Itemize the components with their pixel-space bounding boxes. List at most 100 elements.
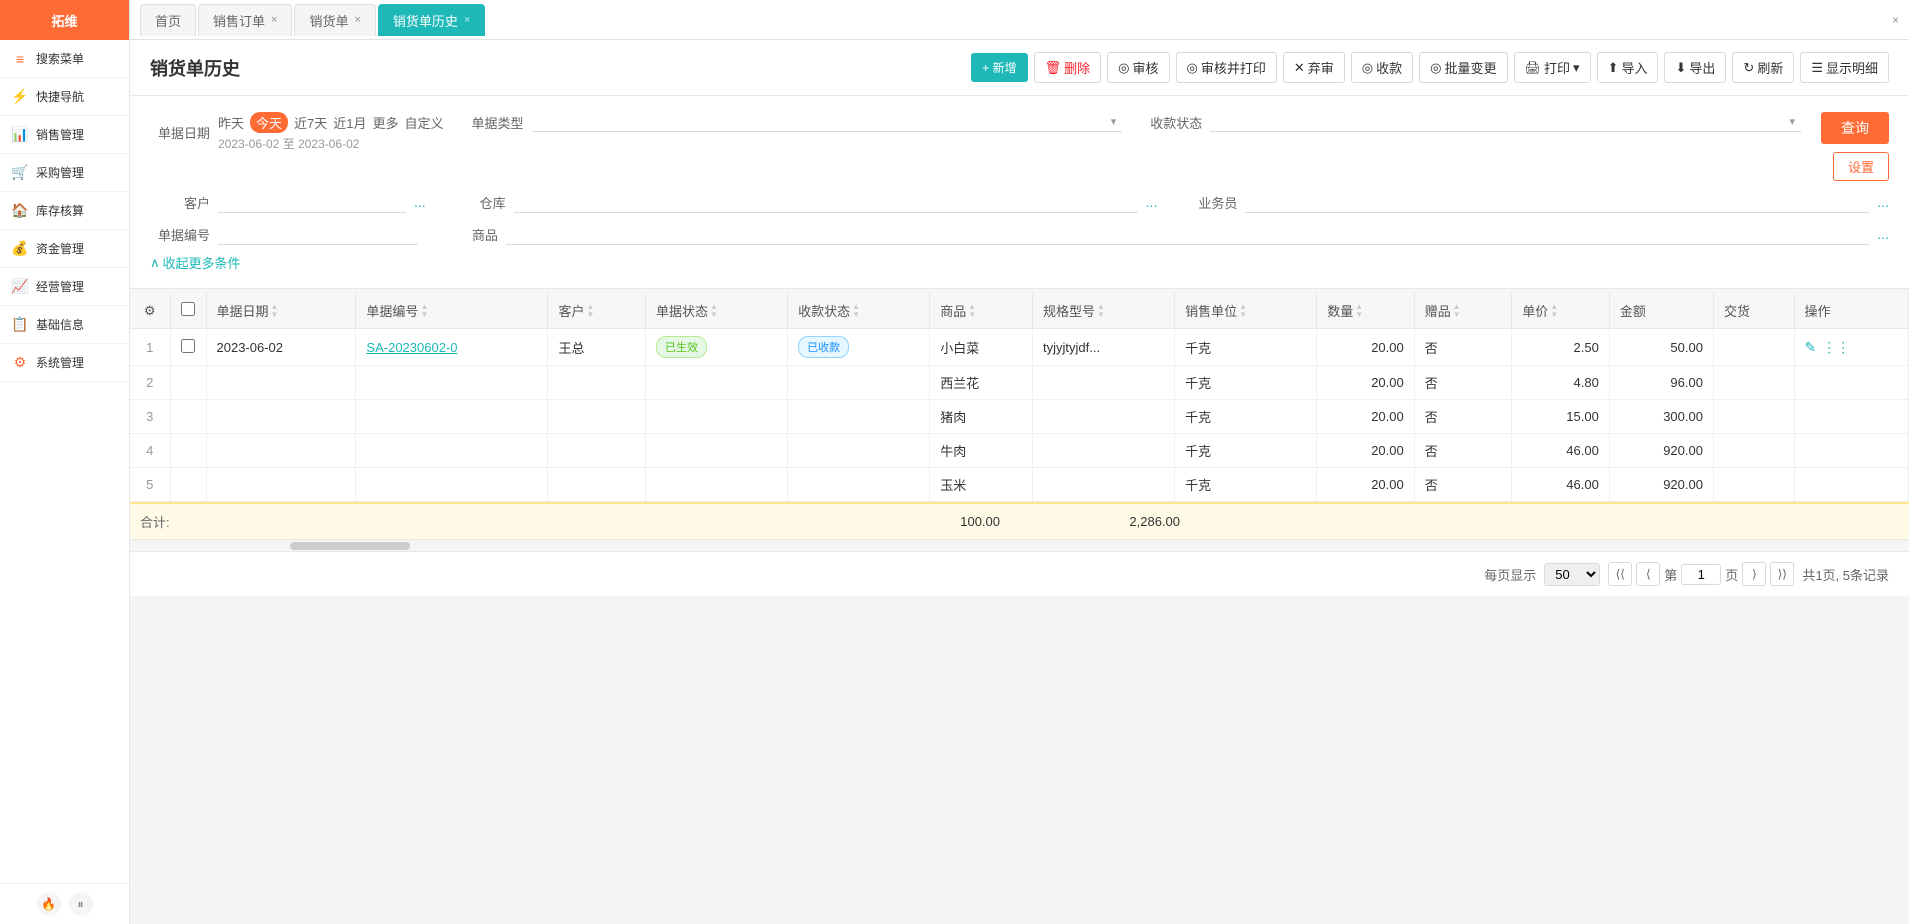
doc-no-link[interactable]: SA-20230602-0 [366, 340, 457, 355]
sort-arrows[interactable]: ▲▼ [710, 303, 718, 319]
customer-input[interactable] [218, 191, 406, 213]
sidebar-item-label: 采购管理 [36, 164, 84, 181]
query-button[interactable]: 查询 [1821, 112, 1889, 144]
print-button[interactable]: 🖨 打印 ▾ [1514, 52, 1591, 83]
horizontal-scrollbar[interactable] [130, 539, 1909, 551]
docno-input[interactable] [218, 223, 418, 245]
sort-arrows[interactable]: ▲▼ [1239, 303, 1247, 319]
warehouse-input[interactable] [514, 191, 1138, 213]
sort-arrows[interactable]: ▲▼ [1453, 303, 1461, 319]
page-last-button[interactable]: ⟩⟩ [1770, 562, 1794, 586]
date-yesterday[interactable]: 昨天 [218, 113, 244, 132]
row-doc-date [206, 400, 356, 434]
tab-close-icon[interactable]: × [354, 14, 360, 26]
th-settings[interactable]: ⚙ [130, 293, 170, 329]
collect-button[interactable]: ◎ 收款 [1351, 52, 1413, 83]
row-num: 2 [130, 366, 170, 400]
row-doc-date [206, 434, 356, 468]
per-page-select[interactable]: 50 100 200 [1544, 563, 1600, 586]
th-actions: 操作 [1794, 293, 1909, 329]
select-all-checkbox[interactable] [181, 302, 195, 316]
goods-input[interactable] [506, 223, 1869, 245]
close-all-tabs-button[interactable]: × [1892, 13, 1899, 27]
page-number-input[interactable] [1681, 564, 1721, 585]
import-icon: ⬆ [1608, 60, 1619, 76]
sidebar-item-purchase-mgmt[interactable]: 🛒 采购管理 [0, 154, 129, 192]
sort-arrows[interactable]: ▲▼ [1355, 303, 1363, 319]
print-dropdown-icon: ▾ [1573, 60, 1580, 76]
settings-gear-icon[interactable]: ⚙ [144, 303, 156, 318]
goods-dots-icon[interactable]: ... [1877, 226, 1889, 242]
settings-button[interactable]: 设置 [1833, 152, 1889, 181]
batch-change-button[interactable]: ◎ 批量变更 [1419, 52, 1507, 83]
doc-type-select[interactable]: ▾ [532, 112, 1123, 132]
staff-input[interactable] [1245, 191, 1869, 213]
more-icon[interactable]: ⋮⋮ [1822, 339, 1850, 356]
sidebar-item-finance[interactable]: 💰 资金管理 [0, 230, 129, 268]
tab-sales-goods[interactable]: 销货单 × [294, 4, 375, 36]
warehouse-filter: 仓库 ... [446, 191, 1158, 213]
date-7days[interactable]: 近7天 [294, 113, 327, 132]
tab-home[interactable]: 首页 [140, 4, 196, 36]
warehouse-dots-icon[interactable]: ... [1146, 194, 1158, 210]
delete-button[interactable]: 🗑 删除 [1034, 52, 1102, 83]
sidebar-item-quick-nav[interactable]: ⚡ 快捷导航 [0, 78, 129, 116]
page-prev-button[interactable]: ⟨ [1636, 562, 1660, 586]
row-goods: 牛肉 [930, 434, 1033, 468]
export-button[interactable]: ⬇ 导出 [1664, 52, 1726, 83]
review-print-button[interactable]: ◎ 审核并打印 [1176, 52, 1277, 83]
row-checkbox[interactable] [181, 339, 195, 353]
abandon-button[interactable]: ✕ 弃审 [1283, 52, 1345, 83]
tab-sales-history[interactable]: 销货单历史 × [378, 4, 485, 36]
review-button[interactable]: ◎ 审核 [1107, 52, 1169, 83]
row-price: 15.00 [1512, 400, 1610, 434]
content-area: 销货单历史 + 新增 🗑 删除 ◎ 审核 ◎ 审核并打印 ✕ 弃审 [130, 40, 1909, 924]
sidebar-item-search-menu[interactable]: ≡ 搜索菜单 [0, 40, 129, 78]
doc-type-label: 单据类型 [464, 113, 524, 132]
date-more[interactable]: 更多 [373, 113, 399, 132]
collapse-button[interactable]: ∧ 收起更多条件 [150, 253, 1889, 272]
sidebar-fire-icon[interactable]: 🔥 [37, 892, 61, 916]
refresh-button[interactable]: ↻ 刷新 [1732, 52, 1794, 83]
new-button[interactable]: + 新增 [971, 53, 1027, 82]
footer-values: 100.00 2,286.00 [220, 514, 1899, 529]
sort-arrows[interactable]: ▲▼ [420, 303, 428, 319]
sort-arrows[interactable]: ▲▼ [1550, 303, 1558, 319]
row-transaction [1713, 400, 1794, 434]
th-doc-no-label: 单据编号 [366, 301, 418, 320]
row-checkbox-cell [170, 400, 206, 434]
customer-dots-icon[interactable]: ... [414, 194, 426, 210]
page-first-button[interactable]: ⟨⟨ [1608, 562, 1632, 586]
date-custom[interactable]: 自定义 [405, 113, 444, 132]
row-spec [1033, 400, 1175, 434]
sort-arrows[interactable]: ▲▼ [1097, 303, 1105, 319]
sidebar-item-system-mgmt[interactable]: ⚙ 系统管理 [0, 344, 129, 382]
sort-arrows[interactable]: ▲▼ [852, 303, 860, 319]
th-price: 单价 ▲▼ [1512, 293, 1610, 329]
row-spec [1033, 468, 1175, 502]
sort-arrows[interactable]: ▲▼ [968, 303, 976, 319]
sidebar-item-inventory[interactable]: 🏠 库存核算 [0, 192, 129, 230]
tab-close-icon[interactable]: × [271, 14, 277, 26]
page-next-button[interactable]: ⟩ [1742, 562, 1766, 586]
row-customer: 王总 [548, 329, 646, 366]
tab-sales-order[interactable]: 销售订单 × [198, 4, 292, 36]
sort-arrows[interactable]: ▲▼ [586, 303, 594, 319]
sidebar-item-base-info[interactable]: 📋 基础信息 [0, 306, 129, 344]
date-today[interactable]: 今天 [250, 112, 288, 133]
sidebar-item-operations[interactable]: 📈 经营管理 [0, 268, 129, 306]
staff-dots-icon[interactable]: ... [1877, 194, 1889, 210]
row-qty: 20.00 [1317, 434, 1415, 468]
edit-icon[interactable]: ✎ [1805, 339, 1817, 356]
date-1month[interactable]: 近1月 [333, 113, 366, 132]
payment-status-select[interactable]: ▾ [1210, 112, 1801, 132]
date-range-display: 2023-06-02 至 2023-06-02 [218, 135, 444, 152]
inventory-icon: 🏠 [12, 203, 28, 219]
sort-arrows[interactable]: ▲▼ [271, 303, 279, 319]
show-detail-button[interactable]: ☰ 显示明细 [1800, 52, 1889, 83]
sidebar-pause-icon[interactable]: ⏸ [69, 892, 93, 916]
sidebar-item-sales-mgmt[interactable]: 📊 销售管理 [0, 116, 129, 154]
import-button[interactable]: ⬆ 导入 [1597, 52, 1659, 83]
scrollbar-thumb[interactable] [290, 542, 410, 550]
tab-close-icon[interactable]: × [464, 14, 470, 26]
